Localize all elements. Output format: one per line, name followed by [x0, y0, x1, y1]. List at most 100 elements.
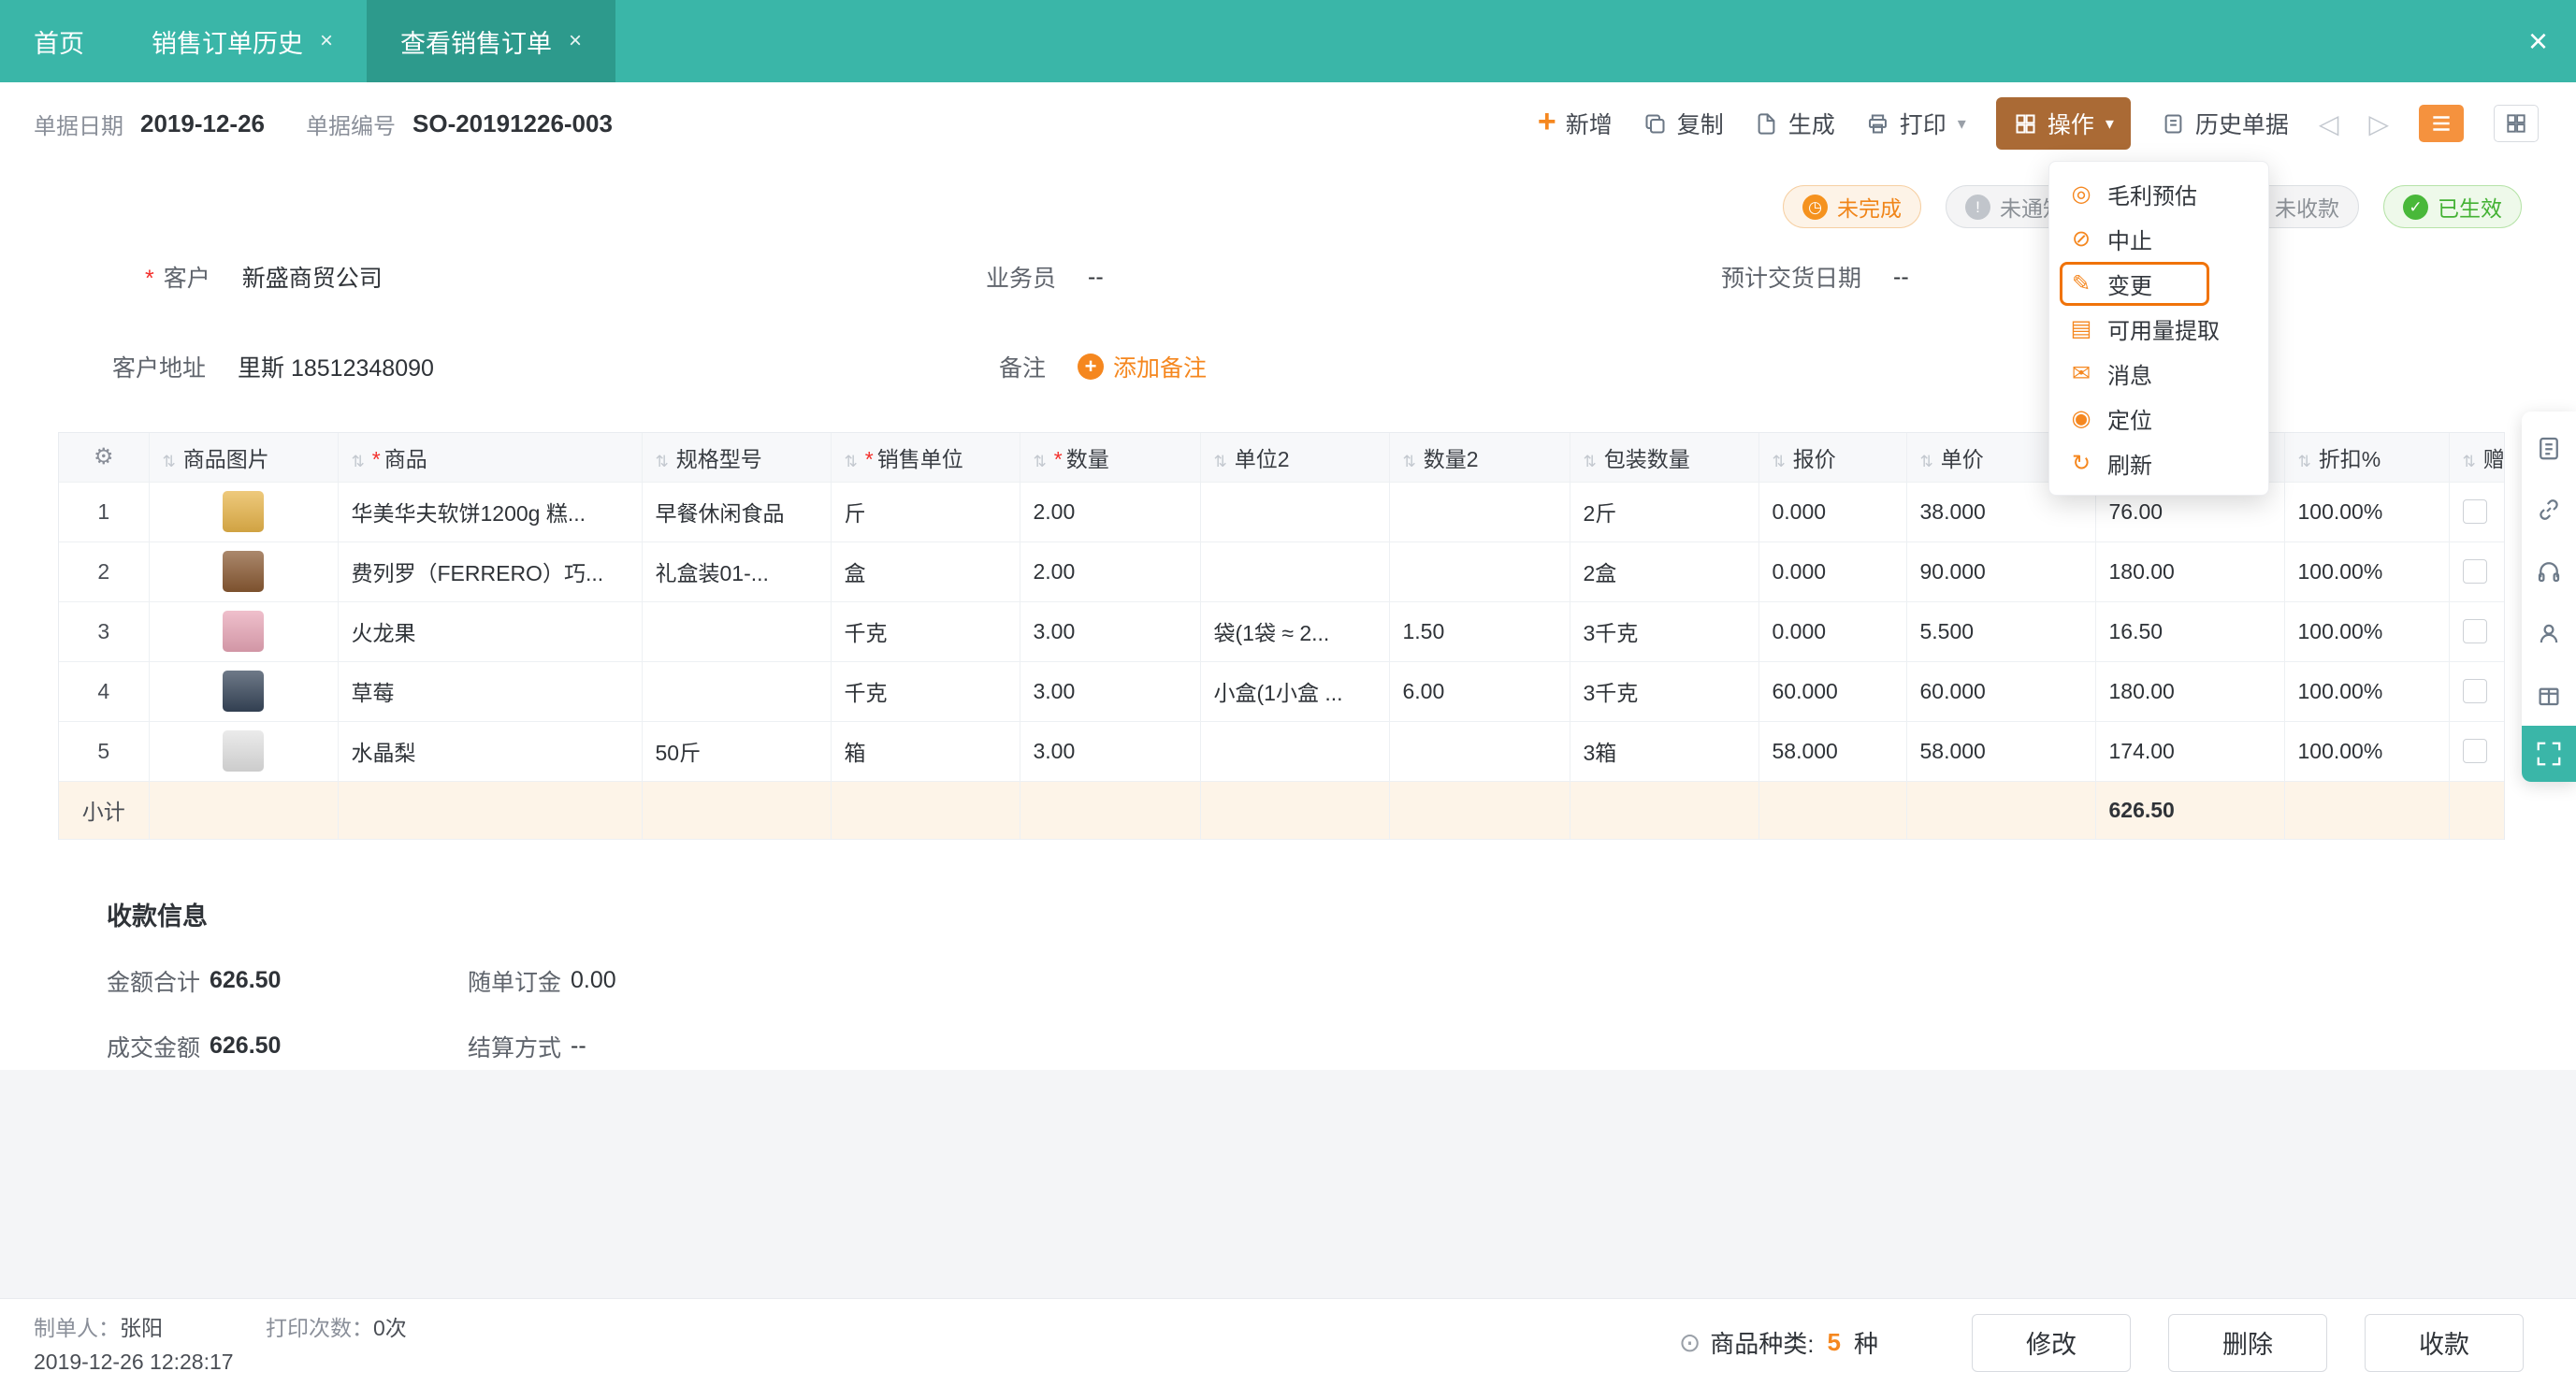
- product-image[interactable]: [223, 551, 264, 592]
- grid-view-button[interactable]: [2494, 105, 2539, 142]
- prev-doc-button[interactable]: ◁: [2319, 108, 2339, 139]
- product-image[interactable]: [223, 730, 264, 772]
- modify-button[interactable]: 修改: [1972, 1313, 2131, 1372]
- add-label: 新增: [1565, 112, 1613, 138]
- col-header-qty[interactable]: ⇅ * 数量: [1020, 433, 1201, 483]
- cell-unit2: [1200, 541, 1390, 602]
- cell-unit: 千克: [831, 661, 1020, 722]
- sort-icon[interactable]: ⇅: [1584, 453, 1597, 470]
- cell-gift: [2449, 541, 2504, 602]
- badge-label: 已生效: [2438, 196, 2502, 221]
- expand-icon[interactable]: [2522, 726, 2576, 782]
- add-button[interactable]: + 新增: [1538, 106, 1613, 140]
- delete-button[interactable]: 删除: [2168, 1313, 2327, 1372]
- menu-item-change[interactable]: ✎ 变更: [2049, 261, 2268, 306]
- deal-amount-value: 626.50: [210, 1032, 282, 1059]
- sort-icon[interactable]: ⇅: [352, 453, 365, 470]
- product-image[interactable]: [223, 671, 264, 712]
- menu-item-gross-profit-estimate[interactable]: ◎ 毛利预估: [2049, 171, 2268, 216]
- col-header-product[interactable]: ⇅ * 商品: [338, 433, 643, 483]
- delivery-date-value: --: [1893, 263, 1909, 290]
- generate-button[interactable]: 生成: [1754, 107, 1835, 140]
- product-image[interactable]: [223, 611, 264, 652]
- subtotal-label: 小计: [59, 781, 150, 840]
- gift-checkbox[interactable]: [2462, 499, 2487, 524]
- col-header-qty2[interactable]: ⇅ 数量2: [1389, 433, 1570, 483]
- menu-item-locate[interactable]: ◉ 定位: [2049, 396, 2268, 440]
- required-marker: *: [371, 446, 381, 471]
- column-settings-icon[interactable]: ⚙: [94, 444, 114, 469]
- customer-value: 新盛商贸公司: [241, 266, 383, 292]
- sort-icon[interactable]: ⇅: [1773, 453, 1786, 470]
- col-header-unit[interactable]: ⇅ * 销售单位: [831, 433, 1020, 483]
- cell-qty2: 6.00: [1389, 661, 1570, 722]
- tab-sales-order-history[interactable]: 销售订单历史 ×: [118, 0, 367, 82]
- cell-image: [149, 541, 339, 602]
- headset-icon[interactable]: [2522, 541, 2576, 602]
- sort-icon[interactable]: ⇅: [1214, 453, 1227, 470]
- customer-address-label: 客户地址: [112, 355, 207, 382]
- list-icon: [2433, 116, 2450, 131]
- cell-spec: [642, 661, 832, 722]
- gift-checkbox[interactable]: [2462, 559, 2487, 584]
- badge-label: 未完成: [1837, 196, 1902, 221]
- contact-icon[interactable]: [2522, 602, 2576, 664]
- sort-icon[interactable]: ⇅: [1920, 453, 1933, 470]
- menu-item-abort[interactable]: ⊘ 中止: [2049, 216, 2268, 261]
- payment-section-title: 收款信息: [107, 902, 208, 931]
- close-icon[interactable]: ×: [569, 28, 582, 54]
- sort-icon[interactable]: ⇅: [2463, 453, 2476, 470]
- subtotal-row: 小计 626.50: [59, 781, 2504, 840]
- gift-checkbox[interactable]: [2462, 619, 2487, 643]
- col-header-settings[interactable]: ⚙: [59, 433, 150, 483]
- cell-price: 5.500: [1906, 601, 2096, 662]
- col-header-quote[interactable]: ⇅ 报价: [1758, 433, 1907, 483]
- list-view-button[interactable]: [2419, 105, 2464, 142]
- print-button[interactable]: 打印 ▾: [1865, 107, 1966, 140]
- operations-button[interactable]: 操作 ▾: [1995, 97, 2131, 150]
- menu-item-message[interactable]: ✉ 消息: [2049, 351, 2268, 396]
- settlement-value: --: [571, 1032, 586, 1059]
- tab-home[interactable]: 首页: [0, 0, 118, 82]
- close-icon[interactable]: ×: [320, 28, 333, 54]
- next-doc-button[interactable]: ▷: [2368, 108, 2389, 139]
- col-header-unit2[interactable]: ⇅ 单位2: [1200, 433, 1390, 483]
- sort-icon[interactable]: ⇅: [1403, 453, 1416, 470]
- cell-unit: 盒: [831, 541, 1020, 602]
- receive-payment-button[interactable]: 收款: [2365, 1313, 2524, 1372]
- package-icon[interactable]: [2522, 664, 2576, 726]
- cell-quote: 0.000: [1758, 482, 1907, 542]
- cell-discount: 100.00%: [2284, 601, 2450, 662]
- salesman-label: 业务员: [986, 266, 1057, 292]
- history-docs-button[interactable]: 历史单据: [2161, 107, 2289, 140]
- menu-item-refresh[interactable]: ↻ 刷新: [2049, 440, 2268, 485]
- col-header-discount[interactable]: ⇅ 折扣%: [2284, 433, 2450, 483]
- copy-button[interactable]: 复制: [1643, 107, 1724, 140]
- tab-view-sales-order[interactable]: 查看销售订单 ×: [367, 0, 616, 82]
- gift-checkbox[interactable]: [2462, 739, 2487, 763]
- menu-item-available-qty-extract[interactable]: ▤ 可用量提取: [2049, 306, 2268, 351]
- cell-product: 华美华夫软饼1200g 糕...: [338, 482, 643, 542]
- col-header-package-qty[interactable]: ⇅ 包装数量: [1570, 433, 1759, 483]
- col-header-gift[interactable]: ⇅ 赠: [2449, 433, 2504, 483]
- sort-icon[interactable]: ⇅: [163, 453, 176, 470]
- cell-price: 60.000: [1906, 661, 2096, 722]
- gift-checkbox[interactable]: [2462, 679, 2487, 703]
- product-image[interactable]: [223, 491, 264, 532]
- cell-discount: 100.00%: [2284, 721, 2450, 782]
- sort-icon[interactable]: ⇅: [2298, 453, 2311, 470]
- close-icon[interactable]: ×: [2500, 22, 2576, 61]
- sort-icon[interactable]: ⇅: [656, 453, 669, 470]
- cell-qty: 3.00: [1020, 721, 1201, 782]
- copy-icon: [1645, 113, 1665, 134]
- link-icon[interactable]: [2522, 479, 2576, 541]
- total-amount-value: 626.50: [210, 967, 282, 993]
- salesman-value: --: [1088, 263, 1104, 290]
- notes-icon[interactable]: [2522, 417, 2576, 479]
- sort-icon[interactable]: ⇅: [1034, 453, 1047, 470]
- delivery-date-field: 预计交货日期 --: [1721, 260, 1909, 294]
- sort-icon[interactable]: ⇅: [845, 453, 858, 470]
- add-remark-link[interactable]: + 添加备注: [1078, 350, 1207, 383]
- col-header-spec[interactable]: ⇅ 规格型号: [642, 433, 832, 483]
- col-header-image[interactable]: ⇅ 商品图片: [149, 433, 339, 483]
